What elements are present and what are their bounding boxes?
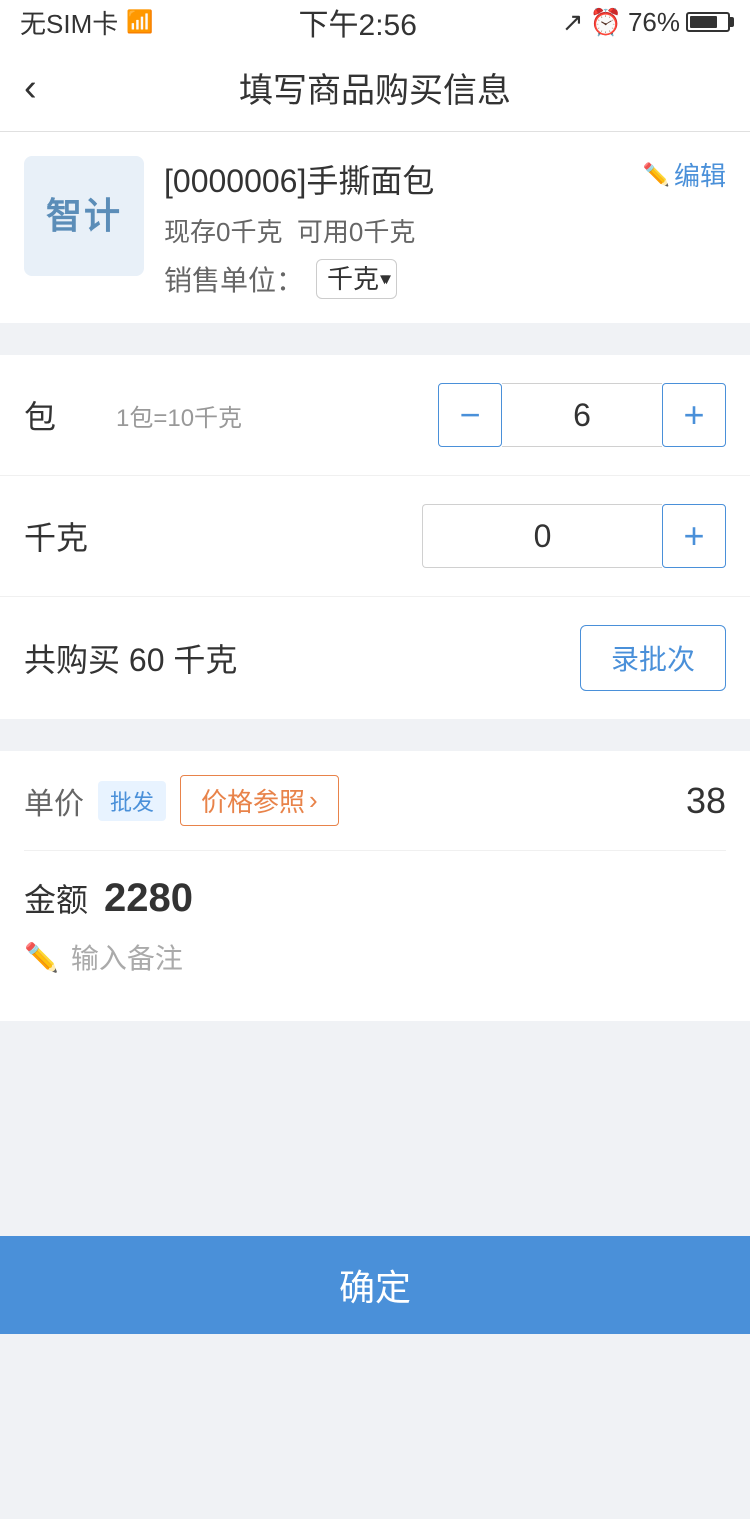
price-value: 38 (686, 780, 726, 822)
available-label: 可用0千克 (297, 217, 415, 247)
price-section: 单价 批发 价格参照 › 38 (0, 751, 750, 851)
wifi-icon: 📶 (126, 9, 153, 35)
unit-label: 销售单位： (164, 259, 304, 299)
product-name-text: 手撕面包 (306, 163, 434, 199)
price-ref-chevron: › (309, 785, 318, 816)
battery-fill (690, 16, 717, 28)
status-bar: 无SIM卡 📶 下午2:56 ↗ ⏰ 76% (0, 0, 750, 44)
stock-label: 现存0千克 (164, 217, 282, 247)
unit-select-wrapper[interactable]: 千克 ▾ (316, 259, 397, 299)
amount-value: 2280 (104, 876, 193, 921)
quantity-kg-label: 千克 (24, 513, 104, 559)
product-card: 智计 [0000006]手撕面包 现存0千克 可用0千克 销售单位： 千克 ▾ (0, 132, 750, 323)
product-code: [0000006] (164, 163, 306, 199)
remark-placeholder: 输入备注 (71, 937, 183, 977)
price-row: 单价 批发 价格参照 › 38 (24, 775, 726, 851)
product-unit-row: 销售单位： 千克 ▾ (164, 259, 726, 299)
empty-space (0, 1021, 750, 1421)
quantity-kg-control: 0 + (422, 504, 726, 568)
status-right: ↗ ⏰ 76% (562, 7, 730, 38)
amount-section: 金额 2280 ✏️ 输入备注 (0, 851, 750, 1021)
quantity-bao-control: − 6 + (438, 383, 726, 447)
battery-icon (686, 12, 730, 32)
product-image: 智计 (24, 156, 144, 276)
quantity-kg-input[interactable]: 0 (422, 504, 662, 568)
product-stock: 现存0千克 可用0千克 (164, 212, 726, 249)
summary-text: 共购买 60 千克 (24, 635, 237, 681)
amount-label: 金额 (24, 875, 88, 921)
quantity-bao-label: 包 (24, 392, 104, 438)
quantity-bao-hint: 1包=10千克 (116, 398, 438, 433)
quantity-bao-plus[interactable]: + (662, 383, 726, 447)
quantity-bao-minus[interactable]: − (438, 383, 502, 447)
price-batch-tag: 批发 (98, 781, 166, 821)
summary-section: 共购买 60 千克 录批次 (0, 597, 750, 719)
price-label: 单价 (24, 779, 84, 823)
summary-unit: 千克 (173, 642, 237, 678)
battery-percent: 76% (628, 7, 680, 38)
edit-label: 编辑 (674, 156, 726, 193)
confirm-button[interactable]: 确定 (0, 1236, 750, 1334)
price-ref-button[interactable]: 价格参照 › (180, 775, 339, 826)
back-button[interactable]: ‹ (24, 69, 37, 107)
quantity-bao-input[interactable]: 6 (502, 383, 662, 447)
location-icon: ↗ (562, 7, 584, 38)
unit-select[interactable]: 千克 (316, 259, 397, 299)
quantity-bao-row: 包 1包=10千克 − 6 + (0, 355, 750, 476)
divider-2 (0, 735, 750, 751)
edit-icon: ✏️ (643, 162, 670, 188)
page-title: 填写商品购买信息 (239, 63, 511, 112)
quantity-kg-plus[interactable]: + (662, 504, 726, 568)
price-ref-label: 价格参照 (201, 782, 305, 819)
alarm-icon: ⏰ (590, 7, 622, 38)
summary-amount: 60 (129, 642, 165, 678)
pencil-icon: ✏️ (24, 941, 59, 974)
status-left: 无SIM卡 📶 (20, 4, 154, 41)
remark-row[interactable]: ✏️ 输入备注 (24, 937, 726, 1001)
batch-button[interactable]: 录批次 (580, 625, 726, 691)
nav-bar: ‹ 填写商品购买信息 (0, 44, 750, 132)
divider-1 (0, 339, 750, 355)
product-edit-button[interactable]: ✏️ 编辑 (643, 156, 726, 193)
amount-row: 金额 2280 (24, 875, 726, 937)
quantity-section: 包 1包=10千克 − 6 + 千克 0 + (0, 355, 750, 597)
carrier-label: 无SIM卡 (20, 4, 118, 41)
status-time: 下午2:56 (299, 0, 417, 44)
quantity-kg-row: 千克 0 + (0, 476, 750, 597)
summary-prefix: 共购买 (24, 642, 120, 678)
